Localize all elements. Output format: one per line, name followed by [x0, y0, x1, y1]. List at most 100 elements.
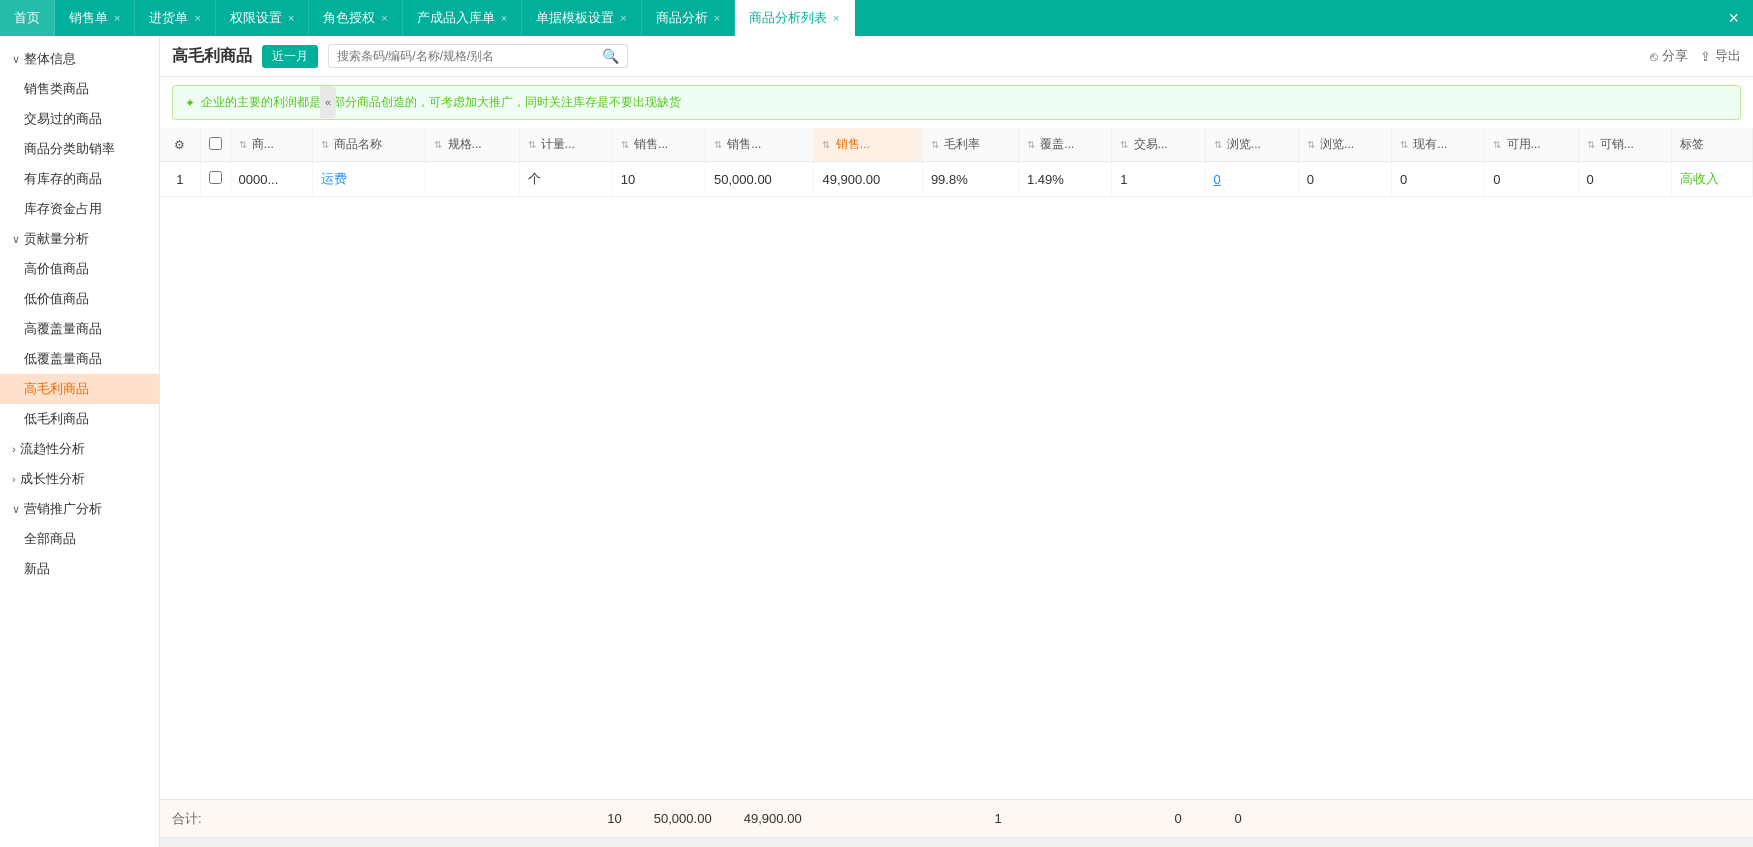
sort-view1-icon: ⇅ — [1214, 139, 1222, 150]
sidebar-item-new-goods[interactable]: 新品 — [0, 554, 159, 584]
sidebar-item-in-stock[interactable]: 有库存的商品 — [0, 164, 159, 194]
sidebar-item-low-margin[interactable]: 低毛利商品 — [0, 404, 159, 434]
row-sales-cost: 49,900.00 — [814, 162, 922, 197]
row-stock-avail: 0 — [1485, 162, 1578, 197]
close-template-tab[interactable]: × — [620, 12, 626, 24]
col-gross-margin[interactable]: ⇅ 毛利率 — [922, 128, 1018, 162]
period-button[interactable]: 近一月 — [262, 45, 318, 68]
sidebar-group-trend[interactable]: › 流趋性分析 — [0, 434, 159, 464]
close-analysis-tab[interactable]: × — [714, 12, 720, 24]
sort-sales-qty-icon: ⇅ — [621, 139, 629, 150]
nav-home[interactable]: 首页 — [0, 0, 55, 36]
sidebar-item-stock-capital[interactable]: 库存资金占用 — [0, 194, 159, 224]
row-code: 0000... — [230, 162, 312, 197]
col-spec[interactable]: ⇅ 规格... — [426, 128, 519, 162]
footer-stock-current: 0 — [1130, 811, 1190, 826]
main-layout: ∨ 整体信息 销售类商品 交易过的商品 商品分类助销率 有库存的商品 库存资金占… — [0, 36, 1753, 847]
col-unit[interactable]: ⇅ 计量... — [519, 128, 612, 162]
data-table: ⚙ ⇅ 商... ⇅ 商品名称 — [160, 128, 1753, 197]
footer-stock-avail: 0 — [1190, 811, 1250, 826]
sidebar-item-low-coverage[interactable]: 低覆盖量商品 — [0, 344, 159, 374]
sidebar-group-growth[interactable]: › 成长性分析 — [0, 464, 159, 494]
nav-product-in[interactable]: 产成品入库单 × — [403, 0, 522, 36]
export-button[interactable]: ⇪ 导出 — [1700, 47, 1741, 65]
row-checkbox[interactable] — [200, 162, 230, 197]
nav-analysis[interactable]: 商品分析 × — [642, 0, 735, 36]
col-stock-avail[interactable]: ⇅ 可用... — [1485, 128, 1578, 162]
content-header: 高毛利商品 近一月 🔍 ⎋ 分享 ⇪ 导出 — [160, 36, 1753, 77]
info-banner: ✦ 企业的主要的利润都是这部分商品创造的，可考虑加大推广，同时关注库存是不要出现… — [172, 85, 1741, 120]
sidebar-group-contribution[interactable]: ∨ 贡献量分析 — [0, 224, 159, 254]
col-view2[interactable]: ⇅ 浏览... — [1298, 128, 1391, 162]
col-settings[interactable]: ⚙ — [160, 128, 200, 162]
close-product-in-tab[interactable]: × — [501, 12, 507, 24]
sidebar-group-marketing[interactable]: ∨ 营销推广分析 — [0, 494, 159, 524]
arrow-overall: ∨ — [12, 53, 20, 66]
search-input[interactable] — [337, 49, 602, 63]
row-tag: 高收入 — [1671, 162, 1752, 197]
close-sales-tab[interactable]: × — [114, 12, 120, 24]
sort-transaction-icon: ⇅ — [1120, 139, 1128, 150]
sidebar-item-low-value[interactable]: 低价值商品 — [0, 284, 159, 314]
footer-summary: 合计: 10 50,000.00 49,900.00 1 0 0 — [160, 799, 1753, 837]
nav-analysis-list[interactable]: 商品分析列表 × — [735, 0, 854, 36]
nav-role[interactable]: 角色授权 × — [309, 0, 402, 36]
row-name[interactable]: 运费 — [312, 162, 426, 197]
table-row: 1 0000... 运费 个 10 50,000.00 49,900.00 99… — [160, 162, 1753, 197]
search-icon[interactable]: 🔍 — [602, 48, 619, 64]
footer-cells: 10 50,000.00 49,900.00 1 0 0 — [210, 811, 1741, 826]
sort-code-icon: ⇅ — [239, 139, 247, 150]
close-purchase-tab[interactable]: × — [194, 12, 200, 24]
sidebar-group-overall[interactable]: ∨ 整体信息 — [0, 44, 159, 74]
row-gross-margin: 99.8% — [922, 162, 1018, 197]
close-permission-tab[interactable]: × — [288, 12, 294, 24]
sort-unit-icon: ⇅ — [528, 139, 536, 150]
col-coverage[interactable]: ⇅ 覆盖... — [1019, 128, 1112, 162]
col-code[interactable]: ⇅ 商... — [230, 128, 312, 162]
select-all-checkbox[interactable] — [209, 137, 222, 150]
export-icon: ⇪ — [1700, 49, 1711, 64]
nav-template[interactable]: 单据模板设置 × — [522, 0, 641, 36]
col-transaction[interactable]: ⇅ 交易... — [1112, 128, 1205, 162]
sidebar-collapse-button[interactable]: « — [320, 86, 336, 118]
close-role-tab[interactable]: × — [381, 12, 387, 24]
sidebar-item-all-goods[interactable]: 全部商品 — [0, 524, 159, 554]
col-stock-current[interactable]: ⇅ 现有... — [1392, 128, 1485, 162]
top-nav: 首页 销售单 × 进货单 × 权限设置 × 角色授权 × 产成品入库单 × 单据… — [0, 0, 1753, 36]
row-view2: 0 — [1298, 162, 1391, 197]
arrow-growth: › — [12, 473, 16, 485]
info-icon: ✦ — [185, 96, 195, 110]
sidebar-item-sales-goods[interactable]: 销售类商品 — [0, 74, 159, 104]
col-sales-amt[interactable]: ⇅ 销售... — [706, 128, 814, 162]
col-sales-qty[interactable]: ⇅ 销售... — [612, 128, 705, 162]
nav-purchase[interactable]: 进货单 × — [135, 0, 215, 36]
sidebar: ∨ 整体信息 销售类商品 交易过的商品 商品分类助销率 有库存的商品 库存资金占… — [0, 36, 160, 847]
sidebar-item-high-coverage[interactable]: 高覆盖量商品 — [0, 314, 159, 344]
sidebar-item-category-rate[interactable]: 商品分类助销率 — [0, 134, 159, 164]
col-name[interactable]: ⇅ 商品名称 — [312, 128, 426, 162]
close-analysis-list-tab[interactable]: × — [833, 12, 839, 24]
sidebar-item-high-margin[interactable]: 高毛利商品 — [0, 374, 159, 404]
close-all-button[interactable]: × — [1714, 8, 1753, 29]
row-stock-current: 0 — [1392, 162, 1485, 197]
share-button[interactable]: ⎋ 分享 — [1650, 47, 1688, 65]
horizontal-scrollbar[interactable] — [160, 837, 1753, 847]
sidebar-item-high-value[interactable]: 高价值商品 — [0, 254, 159, 284]
header-actions: ⎋ 分享 ⇪ 导出 — [1650, 47, 1741, 65]
col-sales-cost[interactable]: ⇅ 销售... — [814, 128, 922, 162]
sort-stock-current-icon: ⇅ — [1400, 139, 1408, 150]
footer-sales-amt: 50,000.00 — [630, 811, 720, 826]
sort-gross-margin-icon: ⇅ — [931, 139, 939, 150]
nav-permission[interactable]: 权限设置 × — [216, 0, 309, 36]
footer-transaction: 1 — [950, 811, 1010, 826]
nav-sales[interactable]: 销售单 × — [55, 0, 135, 36]
table-container: ⚙ ⇅ 商... ⇅ 商品名称 — [160, 128, 1753, 799]
col-view1[interactable]: ⇅ 浏览... — [1205, 128, 1298, 162]
col-stock-sell[interactable]: ⇅ 可销... — [1578, 128, 1671, 162]
footer-sales-qty: 10 — [570, 811, 630, 826]
settings-icon[interactable]: ⚙ — [174, 138, 185, 152]
row-view1[interactable]: 0 — [1205, 162, 1298, 197]
sort-view2-icon: ⇅ — [1307, 139, 1315, 150]
sidebar-item-traded-goods[interactable]: 交易过的商品 — [0, 104, 159, 134]
search-box: 🔍 — [328, 44, 628, 68]
